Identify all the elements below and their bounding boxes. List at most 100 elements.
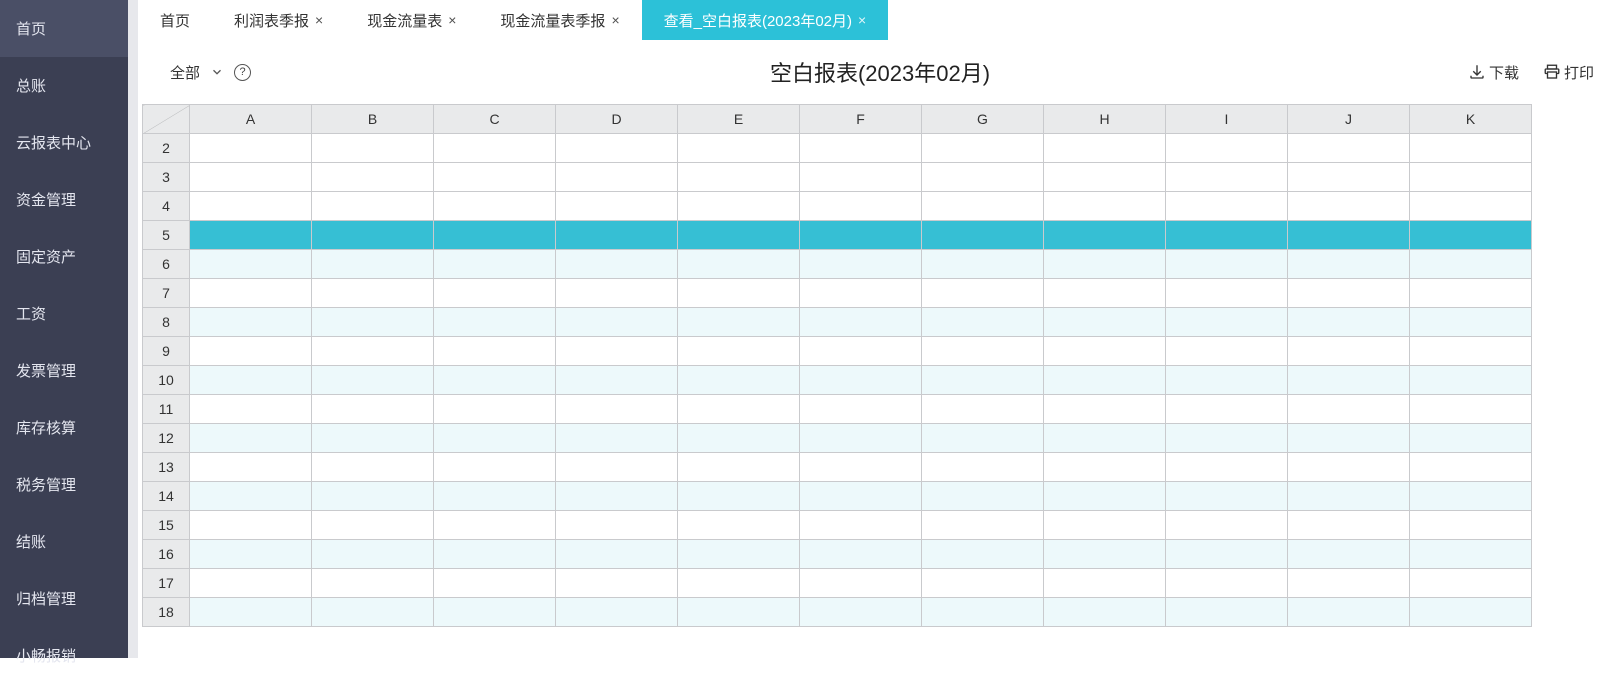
- cell-G9[interactable]: [922, 337, 1044, 366]
- cell-A13[interactable]: [190, 453, 312, 482]
- cell-G11[interactable]: [922, 395, 1044, 424]
- cell-J13[interactable]: [1288, 453, 1410, 482]
- cell-H7[interactable]: [1044, 279, 1166, 308]
- cell-I11[interactable]: [1166, 395, 1288, 424]
- cell-E13[interactable]: [678, 453, 800, 482]
- cell-F18[interactable]: [800, 598, 922, 627]
- tab-3[interactable]: 现金流量表季报×: [478, 0, 641, 40]
- cell-C12[interactable]: [434, 424, 556, 453]
- cell-F3[interactable]: [800, 163, 922, 192]
- cell-A16[interactable]: [190, 540, 312, 569]
- cell-H16[interactable]: [1044, 540, 1166, 569]
- cell-K11[interactable]: [1410, 395, 1532, 424]
- cell-B5[interactable]: [312, 221, 434, 250]
- cell-F5[interactable]: [800, 221, 922, 250]
- cell-J14[interactable]: [1288, 482, 1410, 511]
- row-header-13[interactable]: 13: [143, 453, 190, 482]
- cell-J2[interactable]: [1288, 134, 1410, 163]
- cell-F8[interactable]: [800, 308, 922, 337]
- cell-C3[interactable]: [434, 163, 556, 192]
- cell-A11[interactable]: [190, 395, 312, 424]
- cell-E5[interactable]: [678, 221, 800, 250]
- row-header-11[interactable]: 11: [143, 395, 190, 424]
- cell-H4[interactable]: [1044, 192, 1166, 221]
- cell-G16[interactable]: [922, 540, 1044, 569]
- cell-D14[interactable]: [556, 482, 678, 511]
- row-header-12[interactable]: 12: [143, 424, 190, 453]
- cell-I9[interactable]: [1166, 337, 1288, 366]
- cell-K3[interactable]: [1410, 163, 1532, 192]
- cell-J12[interactable]: [1288, 424, 1410, 453]
- cell-C7[interactable]: [434, 279, 556, 308]
- cell-C17[interactable]: [434, 569, 556, 598]
- cell-H10[interactable]: [1044, 366, 1166, 395]
- col-header-G[interactable]: G: [922, 105, 1044, 134]
- cell-B14[interactable]: [312, 482, 434, 511]
- cell-J17[interactable]: [1288, 569, 1410, 598]
- sidebar-item-2[interactable]: 云报表中心: [0, 114, 128, 171]
- cell-K18[interactable]: [1410, 598, 1532, 627]
- cell-F16[interactable]: [800, 540, 922, 569]
- cell-A5[interactable]: [190, 221, 312, 250]
- col-header-A[interactable]: A: [190, 105, 312, 134]
- cell-H17[interactable]: [1044, 569, 1166, 598]
- col-header-K[interactable]: K: [1410, 105, 1532, 134]
- cell-A8[interactable]: [190, 308, 312, 337]
- cell-I3[interactable]: [1166, 163, 1288, 192]
- cell-K13[interactable]: [1410, 453, 1532, 482]
- cell-B11[interactable]: [312, 395, 434, 424]
- cell-I8[interactable]: [1166, 308, 1288, 337]
- sidebar-item-4[interactable]: 固定资产: [0, 228, 128, 285]
- cell-B6[interactable]: [312, 250, 434, 279]
- cell-E11[interactable]: [678, 395, 800, 424]
- tab-0[interactable]: 首页: [138, 0, 212, 40]
- cell-K2[interactable]: [1410, 134, 1532, 163]
- cell-F17[interactable]: [800, 569, 922, 598]
- sidebar-item-6[interactable]: 发票管理: [0, 342, 128, 399]
- sidebar-item-11[interactable]: 小畅报销: [0, 627, 128, 684]
- cell-C8[interactable]: [434, 308, 556, 337]
- cell-G8[interactable]: [922, 308, 1044, 337]
- cell-I12[interactable]: [1166, 424, 1288, 453]
- cell-C2[interactable]: [434, 134, 556, 163]
- cell-D3[interactable]: [556, 163, 678, 192]
- download-button[interactable]: 下载: [1468, 62, 1519, 83]
- cell-J11[interactable]: [1288, 395, 1410, 424]
- col-header-H[interactable]: H: [1044, 105, 1166, 134]
- cell-G4[interactable]: [922, 192, 1044, 221]
- cell-D7[interactable]: [556, 279, 678, 308]
- cell-F15[interactable]: [800, 511, 922, 540]
- cell-G5[interactable]: [922, 221, 1044, 250]
- cell-I4[interactable]: [1166, 192, 1288, 221]
- close-icon[interactable]: ×: [611, 12, 619, 28]
- filter-dropdown[interactable]: 全部 ?: [170, 62, 251, 83]
- cell-F7[interactable]: [800, 279, 922, 308]
- sidebar-item-3[interactable]: 资金管理: [0, 171, 128, 228]
- cell-A17[interactable]: [190, 569, 312, 598]
- cell-A6[interactable]: [190, 250, 312, 279]
- cell-H2[interactable]: [1044, 134, 1166, 163]
- cell-B7[interactable]: [312, 279, 434, 308]
- cell-I13[interactable]: [1166, 453, 1288, 482]
- cell-A4[interactable]: [190, 192, 312, 221]
- cell-F13[interactable]: [800, 453, 922, 482]
- cell-D5[interactable]: [556, 221, 678, 250]
- row-header-5[interactable]: 5: [143, 221, 190, 250]
- cell-A15[interactable]: [190, 511, 312, 540]
- cell-C6[interactable]: [434, 250, 556, 279]
- sidebar-resizer[interactable]: [128, 0, 138, 658]
- row-header-6[interactable]: 6: [143, 250, 190, 279]
- cell-A12[interactable]: [190, 424, 312, 453]
- cell-C18[interactable]: [434, 598, 556, 627]
- cell-G10[interactable]: [922, 366, 1044, 395]
- row-header-2[interactable]: 2: [143, 134, 190, 163]
- cell-G18[interactable]: [922, 598, 1044, 627]
- sidebar-item-8[interactable]: 税务管理: [0, 456, 128, 513]
- cell-I15[interactable]: [1166, 511, 1288, 540]
- cell-E14[interactable]: [678, 482, 800, 511]
- sidebar-item-5[interactable]: 工资: [0, 285, 128, 342]
- cell-H11[interactable]: [1044, 395, 1166, 424]
- cell-A18[interactable]: [190, 598, 312, 627]
- row-header-17[interactable]: 17: [143, 569, 190, 598]
- cell-C16[interactable]: [434, 540, 556, 569]
